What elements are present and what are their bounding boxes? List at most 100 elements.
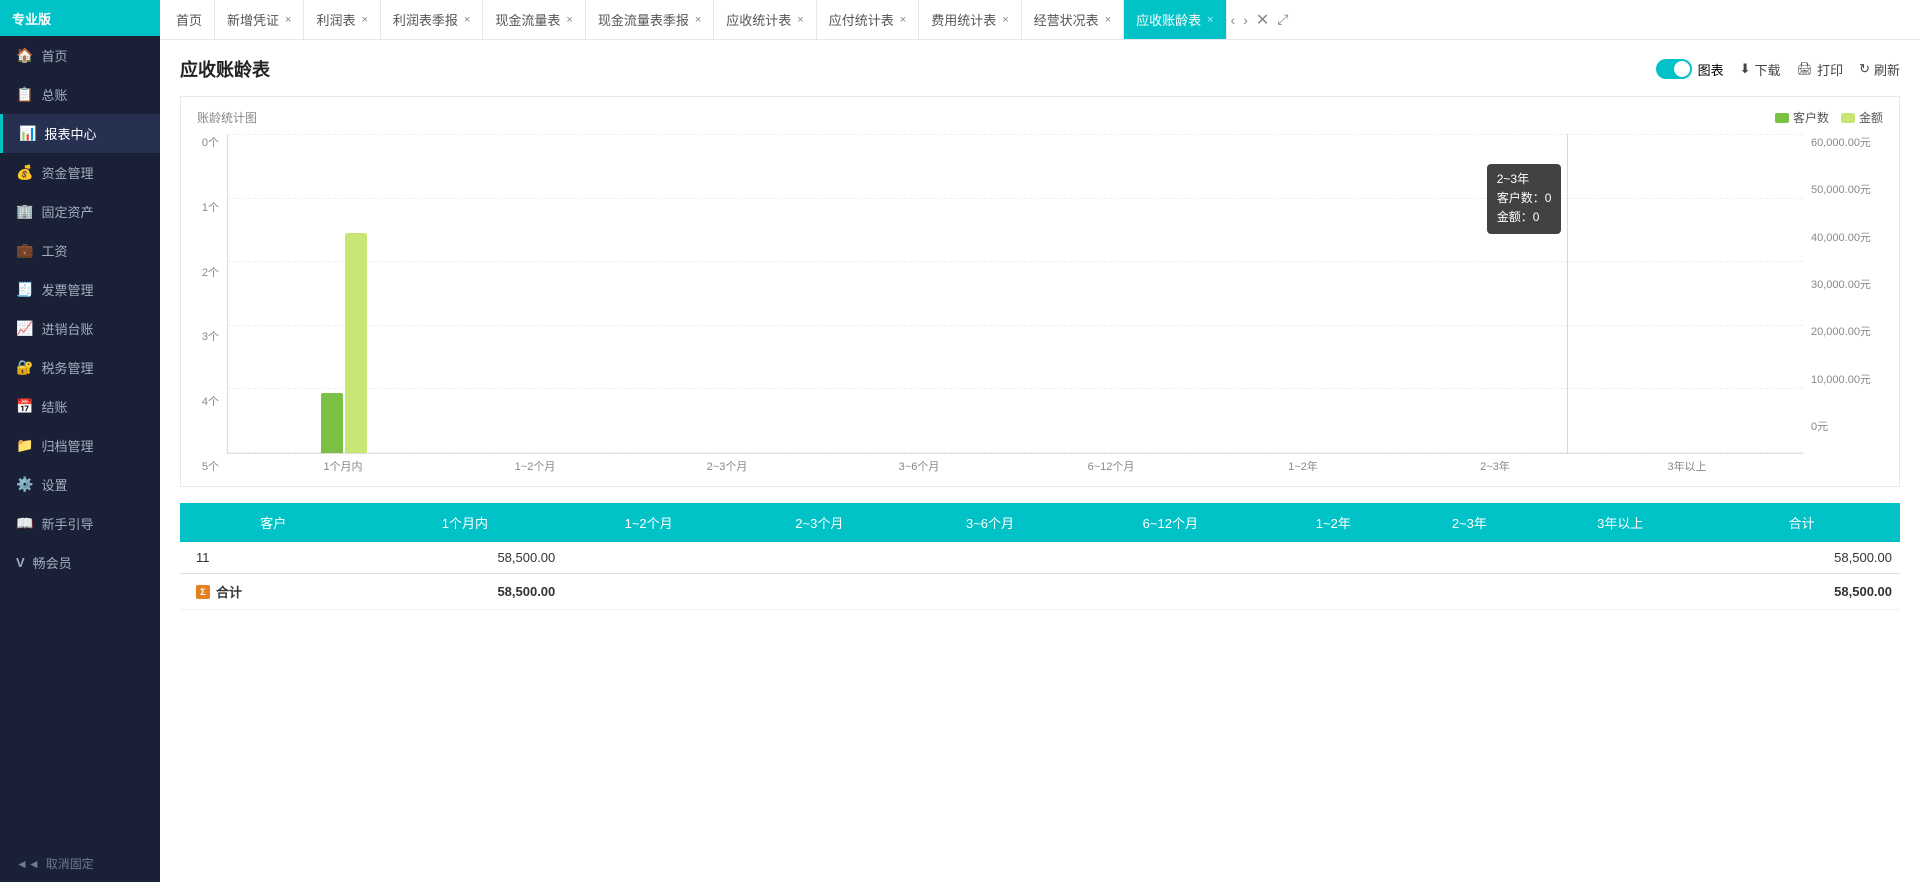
table-sum-row: Σ 合计 58,500.00 58,500.00 [180, 574, 1900, 610]
close-books-icon: 📅 [16, 398, 33, 415]
tax-icon: 🔐 [16, 359, 33, 376]
cell-customer: 11 [180, 542, 367, 574]
salary-icon: 💼 [16, 242, 33, 259]
vip-icon: V [16, 555, 25, 570]
tab-home[interactable]: 首页 [164, 0, 215, 40]
sidebar-item-home[interactable]: 🏠 首页 [0, 36, 160, 75]
assets-icon: 🏢 [16, 203, 33, 220]
sidebar-item-ledger[interactable]: 📋 总账 [0, 75, 160, 114]
sidebar-label-archive: 归档管理 [41, 436, 93, 455]
tab-cashflow-quarterly[interactable]: 现金流量表季报 × [586, 0, 714, 40]
page-actions: 图表 ⬇ 下载 🖨 打印 ↻ 刷新 [1656, 59, 1900, 79]
tab-profit[interactable]: 利润表 × [304, 0, 380, 40]
sum-2-3y [1401, 574, 1537, 610]
download-button[interactable]: ⬇ 下载 [1740, 60, 1781, 79]
tab-nav-next[interactable]: › [1239, 0, 1252, 40]
tab-expense-stats-close[interactable]: × [1002, 14, 1008, 26]
download-icon: ⬇ [1740, 61, 1751, 77]
sidebar-item-sales[interactable]: 📈 进销台账 [0, 309, 160, 348]
sidebar-item-assets[interactable]: 🏢 固定资产 [0, 192, 160, 231]
refresh-button[interactable]: ↻ 刷新 [1859, 60, 1900, 79]
tab-ar-stats-close[interactable]: × [797, 14, 803, 26]
y-right-20k: 20,000.00元 [1811, 323, 1883, 339]
sidebar-item-close[interactable]: 📅 结账 [0, 387, 160, 426]
tab-nav-prev[interactable]: ‹ [1227, 0, 1240, 40]
y-left-4: 4个 [197, 393, 219, 409]
bars-container [228, 134, 1803, 453]
tab-bar: 首页 新增凭证 × 利润表 × 利润表季报 × 现金流量表 × 现金流量表季报 … [160, 0, 1920, 40]
tab-profit-quarterly[interactable]: 利润表季报 × [381, 0, 483, 40]
tab-cashflow-close[interactable]: × [566, 14, 572, 26]
bar-group-1m [248, 233, 440, 453]
download-label: 下载 [1755, 60, 1781, 79]
tab-profit-label: 利润表 [316, 10, 355, 29]
sum-6-12m [1075, 574, 1265, 610]
tab-operations[interactable]: 经营状况表 × [1022, 0, 1124, 40]
tab-expand[interactable]: ⤢ [1273, 0, 1292, 40]
chart-bars-area: 2~3年 客户数：0 金额：0 [227, 134, 1803, 454]
bar-1m-customer [321, 393, 343, 453]
tab-cashflow[interactable]: 现金流量表 × [483, 0, 585, 40]
legend-customer: 客户数 [1775, 109, 1829, 126]
tab-ar-aging[interactable]: 应收账龄表 × [1124, 0, 1226, 40]
col-1m: 1个月内 [367, 503, 564, 542]
tab-operations-close[interactable]: × [1105, 14, 1111, 26]
tab-ar-aging-label: 应收账龄表 [1136, 10, 1201, 29]
tab-profit-close[interactable]: × [361, 14, 367, 26]
sidebar-label-close: 结账 [41, 397, 67, 416]
sidebar-item-guide[interactable]: 📖 新手引导 [0, 504, 160, 543]
sidebar-item-invoices[interactable]: 🧾 发票管理 [0, 270, 160, 309]
tab-ar-stats[interactable]: 应收统计表 × [714, 0, 816, 40]
home-icon: 🏠 [16, 47, 33, 64]
cell-1m: 58,500.00 [367, 542, 564, 574]
sum-label-cell: Σ 合计 [180, 574, 367, 610]
tab-ar-aging-close[interactable]: × [1207, 14, 1213, 26]
x-label-2-3m: 2~3个月 [631, 458, 823, 474]
sidebar-label-invoices: 发票管理 [41, 280, 93, 299]
x-label-3y: 3年以上 [1591, 458, 1783, 474]
sidebar-item-archive[interactable]: 📁 归档管理 [0, 426, 160, 465]
tab-new-voucher-close[interactable]: × [285, 14, 291, 26]
sum-2-3m [734, 574, 905, 610]
y-left-1: 1个 [197, 199, 219, 215]
y-right-0: 0元 [1811, 418, 1883, 434]
sidebar-item-tax[interactable]: 🔐 税务管理 [0, 348, 160, 387]
sidebar-label-funds: 资金管理 [41, 163, 93, 182]
x-label-1-2m: 1~2个月 [439, 458, 631, 474]
print-button[interactable]: 🖨 打印 [1797, 60, 1844, 79]
sum-1-2y [1265, 574, 1401, 610]
table-row: 11 58,500.00 58,500.00 [180, 542, 1900, 574]
sidebar-item-funds[interactable]: 💰 资金管理 [0, 153, 160, 192]
legend-amount-color [1841, 113, 1855, 123]
tab-ar-stats-label: 应收统计表 [726, 10, 791, 29]
sidebar-label-ledger: 总账 [41, 85, 67, 104]
chart-toggle[interactable] [1656, 59, 1692, 79]
sidebar-item-vip[interactable]: V 畅会员 [0, 543, 160, 582]
tab-new-voucher[interactable]: 新增凭证 × [215, 0, 304, 40]
tab-profit-quarterly-close[interactable]: × [464, 14, 470, 26]
tab-close-all[interactable]: ✕ [1252, 0, 1273, 40]
cell-3y [1537, 542, 1703, 574]
tab-expense-stats-label: 费用统计表 [931, 10, 996, 29]
funds-icon: 💰 [16, 164, 33, 181]
tab-home-label: 首页 [176, 10, 202, 29]
print-label: 打印 [1817, 60, 1843, 79]
tab-cashflow-quarterly-label: 现金流量表季报 [598, 10, 689, 29]
page-title: 应收账龄表 [180, 56, 270, 82]
tab-cashflow-quarterly-close[interactable]: × [695, 14, 701, 26]
tab-ap-stats-close[interactable]: × [900, 14, 906, 26]
tab-ap-stats[interactable]: 应付统计表 × [817, 0, 919, 40]
sidebar-label-settings: 设置 [41, 475, 67, 494]
sum-1m: 58,500.00 [367, 574, 564, 610]
sidebar-item-salary[interactable]: 💼 工资 [0, 231, 160, 270]
main-area: 首页 新增凭证 × 利润表 × 利润表季报 × 现金流量表 × 现金流量表季报 … [160, 0, 1920, 882]
tab-expense-stats[interactable]: 费用统计表 × [919, 0, 1021, 40]
y-right-30k: 30,000.00元 [1811, 276, 1883, 292]
tab-cashflow-label: 现金流量表 [495, 10, 560, 29]
sidebar-item-reports[interactable]: 📊 报表中心 [0, 114, 160, 153]
sidebar-pin-toggle[interactable]: ◄◄ 取消固定 [0, 845, 160, 882]
settings-icon: ⚙️ [16, 476, 33, 493]
col-2-3y: 2~3年 [1401, 503, 1537, 542]
sidebar-item-settings[interactable]: ⚙️ 设置 [0, 465, 160, 504]
legend-customer-label: 客户数 [1793, 109, 1829, 126]
